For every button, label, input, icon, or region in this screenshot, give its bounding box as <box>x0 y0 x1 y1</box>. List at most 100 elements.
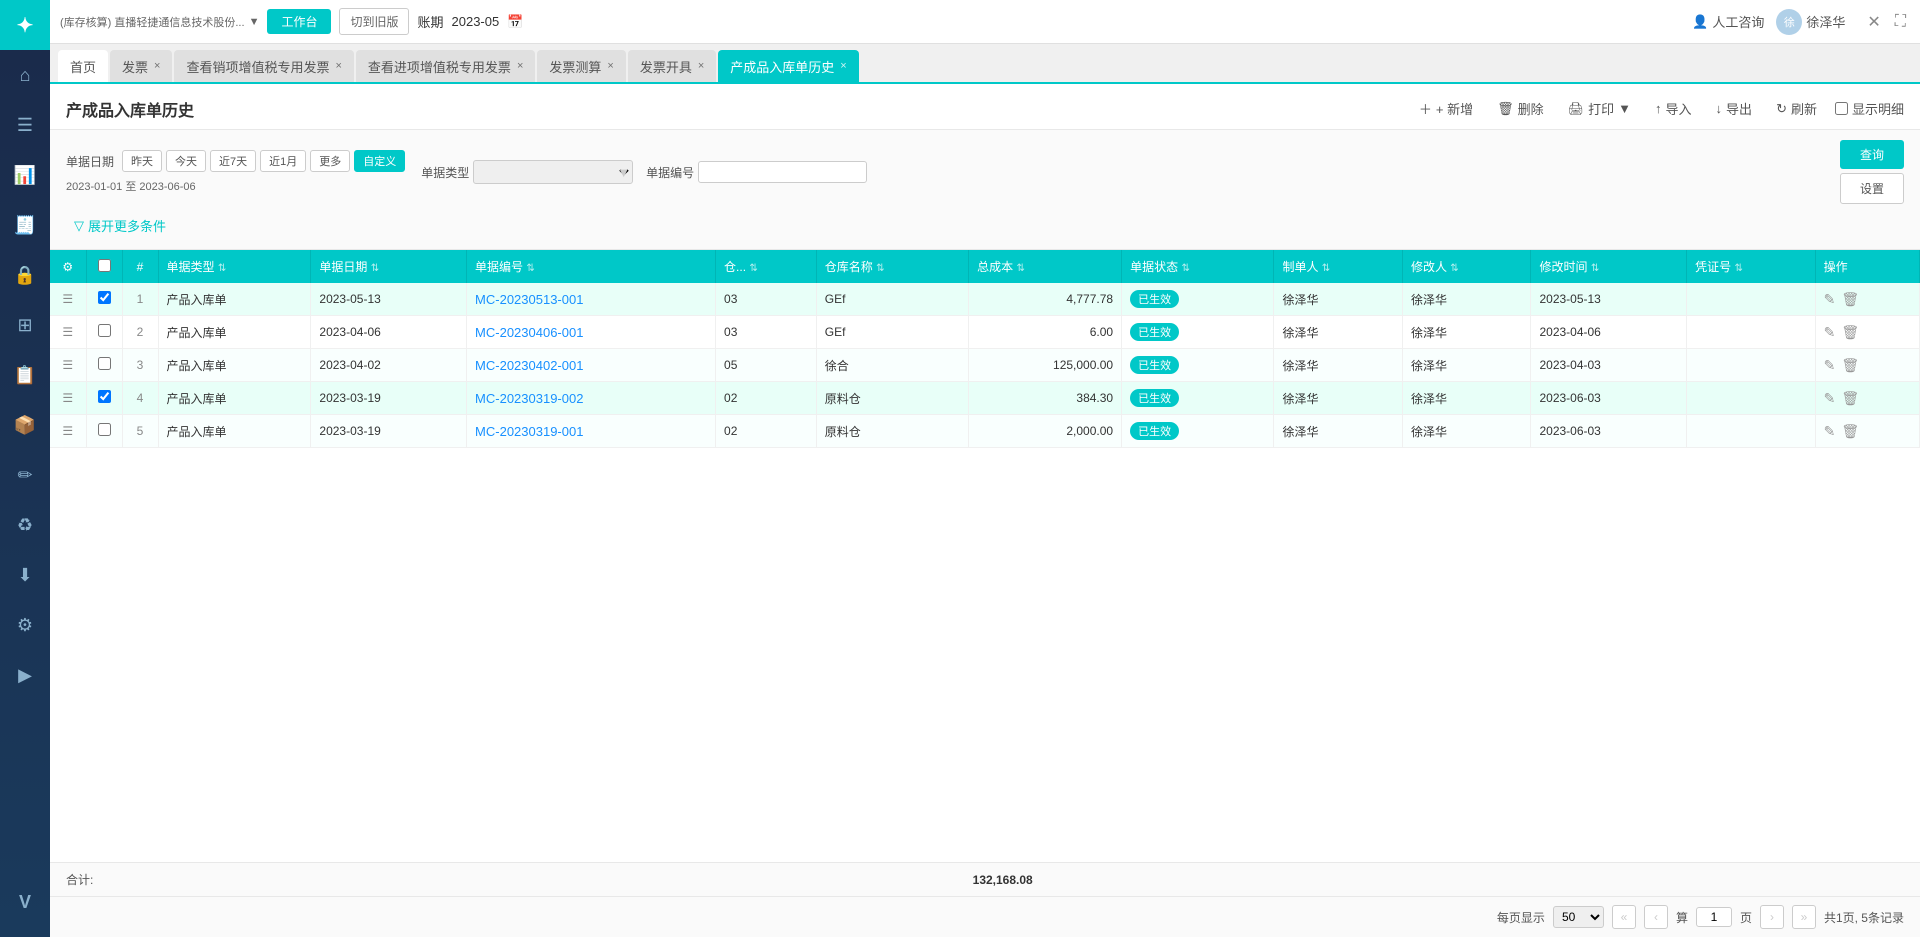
row-edit-icon-1[interactable]: ✎ <box>1824 324 1836 341</box>
row-settings-4[interactable]: ☰ <box>50 415 86 448</box>
row-doc-num-2[interactable]: MC-20230402-001 <box>467 349 716 382</box>
date-yesterday-btn[interactable]: 昨天 <box>122 150 162 172</box>
export-button[interactable]: ↓ 导出 <box>1710 96 1759 121</box>
row-settings-2[interactable]: ☰ <box>50 349 86 382</box>
row-settings-0[interactable]: ☰ <box>50 283 86 316</box>
doc-num-link-4[interactable]: MC-20230319-001 <box>475 424 583 439</box>
row-delete-icon-1[interactable]: 🗑 <box>1841 324 1859 341</box>
date-7days-btn[interactable]: 近7天 <box>210 150 256 172</box>
table-row[interactable]: ☰ 2 产品入库单 2023-04-06 MC-20230406-001 03 … <box>50 316 1920 349</box>
customer-service-btn[interactable]: 👤 人工咨询 <box>1692 12 1764 31</box>
th-warehouse-name[interactable]: 仓库名称 ⇅ <box>816 250 968 283</box>
th-total-cost[interactable]: 总成本 ⇅ <box>969 250 1122 283</box>
th-warehouse-code[interactable]: 仓... ⇅ <box>716 250 817 283</box>
prev-page-btn[interactable]: ‹ <box>1644 905 1668 929</box>
row-doc-num-1[interactable]: MC-20230406-001 <box>467 316 716 349</box>
date-1month-btn[interactable]: 近1月 <box>260 150 306 172</box>
tab-invoice-calc-close[interactable]: × <box>607 60 613 72</box>
tab-invoice-open-close[interactable]: × <box>698 60 704 72</box>
doc-num-link-2[interactable]: MC-20230402-001 <box>475 358 583 373</box>
tab-check-sales[interactable]: 查看销项增值税专用发票 × <box>174 50 353 82</box>
th-checkbox[interactable] <box>86 250 122 283</box>
company-dropdown-icon[interactable]: ▼ <box>249 16 260 28</box>
th-modify-time[interactable]: 修改时间 ⇅ <box>1531 250 1687 283</box>
new-button[interactable]: ＋ + 新增 <box>1413 96 1479 121</box>
table-row[interactable]: ☰ 4 产品入库单 2023-03-19 MC-20230319-002 02 … <box>50 382 1920 415</box>
first-page-btn[interactable]: « <box>1612 905 1636 929</box>
doc-num-link-3[interactable]: MC-20230319-002 <box>475 391 583 406</box>
select-all-checkbox[interactable] <box>98 259 111 272</box>
show-detail-toggle[interactable]: 显示明细 <box>1835 99 1904 118</box>
sidebar-item-chart[interactable]: 📊 <box>0 150 50 200</box>
sidebar-item-recycle[interactable]: ♻ <box>0 500 50 550</box>
th-creator[interactable]: 制单人 ⇅ <box>1274 250 1403 283</box>
row-delete-icon-0[interactable]: 🗑 <box>1841 291 1859 308</box>
row-checkbox-input-4[interactable] <box>98 423 111 436</box>
tab-invoice[interactable]: 发票 × <box>110 50 172 82</box>
tab-product-history-close[interactable]: × <box>840 60 846 72</box>
row-edit-icon-3[interactable]: ✎ <box>1824 390 1836 407</box>
row-checkbox-0[interactable] <box>86 283 122 316</box>
row-delete-icon-3[interactable]: 🗑 <box>1841 390 1859 407</box>
doc-num-link-0[interactable]: MC-20230513-001 <box>475 292 583 307</box>
minimize-button[interactable]: ✕ <box>1863 10 1884 34</box>
table-row[interactable]: ☰ 1 产品入库单 2023-05-13 MC-20230513-001 03 … <box>50 283 1920 316</box>
sidebar-item-report[interactable]: 📋 <box>0 350 50 400</box>
tab-check-purchase-close[interactable]: × <box>517 60 523 72</box>
row-edit-icon-2[interactable]: ✎ <box>1824 357 1836 374</box>
th-voucher[interactable]: 凭证号 ⇅ <box>1687 250 1816 283</box>
row-delete-icon-2[interactable]: 🗑 <box>1841 357 1859 374</box>
delete-button[interactable]: 🗑 删除 <box>1491 96 1550 121</box>
sidebar-item-stamp[interactable]: ✏ <box>0 450 50 500</box>
tab-invoice-calc[interactable]: 发票测算 × <box>537 50 625 82</box>
sidebar-item-lock[interactable]: 🔒 <box>0 250 50 300</box>
sidebar-item-warehouse[interactable]: 📦 <box>0 400 50 450</box>
workbench-button[interactable]: 工作台 <box>267 9 331 34</box>
sidebar-item-invoice[interactable]: 🧾 <box>0 200 50 250</box>
th-doc-status[interactable]: 单据状态 ⇅ <box>1122 250 1274 283</box>
row-settings-1[interactable]: ☰ <box>50 316 86 349</box>
sidebar-item-download[interactable]: ⬇ <box>0 550 50 600</box>
row-checkbox-2[interactable] <box>86 349 122 382</box>
row-doc-num-3[interactable]: MC-20230319-002 <box>467 382 716 415</box>
tab-invoice-close[interactable]: × <box>154 60 160 72</box>
sidebar-item-play[interactable]: ▶ <box>0 650 50 700</box>
row-checkbox-input-2[interactable] <box>98 357 111 370</box>
sidebar-item-grid[interactable]: ⊞ <box>0 300 50 350</box>
doc-num-input[interactable] <box>698 161 867 183</box>
date-custom-btn[interactable]: 自定义 <box>354 150 405 172</box>
table-row[interactable]: ☰ 3 产品入库单 2023-04-02 MC-20230402-001 05 … <box>50 349 1920 382</box>
row-delete-icon-4[interactable]: 🗑 <box>1841 423 1859 440</box>
th-doc-type[interactable]: 单据类型 ⇅ <box>158 250 311 283</box>
page-input[interactable] <box>1696 907 1732 927</box>
doc-num-link-1[interactable]: MC-20230406-001 <box>475 325 583 340</box>
next-page-btn[interactable]: › <box>1760 905 1784 929</box>
tab-check-sales-close[interactable]: × <box>335 60 341 72</box>
tab-check-purchase[interactable]: 查看进项增值税专用发票 × <box>356 50 535 82</box>
tab-home[interactable]: 首页 <box>58 50 108 82</box>
show-detail-checkbox[interactable] <box>1835 102 1848 115</box>
row-checkbox-1[interactable] <box>86 316 122 349</box>
refresh-button[interactable]: ↻ 刷新 <box>1770 96 1823 121</box>
switch-version-button[interactable]: 切到旧版 <box>339 8 409 35</box>
row-edit-icon-0[interactable]: ✎ <box>1824 291 1836 308</box>
set-button[interactable]: 设置 <box>1840 173 1904 204</box>
company-selector[interactable]: (库存核算) 直播轻捷通信息技术股份... ▼ <box>60 14 259 30</box>
row-edit-icon-4[interactable]: ✎ <box>1824 423 1836 440</box>
expand-filter-btn[interactable]: ▽ 展开更多条件 <box>66 212 174 239</box>
sidebar-item-home[interactable]: ⌂ <box>0 50 50 100</box>
user-profile[interactable]: 徐 徐泽华 <box>1776 9 1845 35</box>
sidebar-item-settings[interactable]: ⚙ <box>0 600 50 650</box>
print-button[interactable]: 🖨 打印 ▼ <box>1562 96 1637 121</box>
row-checkbox-input-0[interactable] <box>98 291 111 304</box>
row-checkbox-4[interactable] <box>86 415 122 448</box>
row-doc-num-4[interactable]: MC-20230319-001 <box>467 415 716 448</box>
row-checkbox-input-1[interactable] <box>98 324 111 337</box>
row-checkbox-3[interactable] <box>86 382 122 415</box>
row-checkbox-input-3[interactable] <box>98 390 111 403</box>
calendar-icon[interactable]: 📅 <box>507 14 523 30</box>
date-today-btn[interactable]: 今天 <box>166 150 206 172</box>
doc-type-select[interactable] <box>473 160 633 184</box>
per-page-select[interactable]: 50 100 <box>1553 906 1604 928</box>
row-doc-num-0[interactable]: MC-20230513-001 <box>467 283 716 316</box>
